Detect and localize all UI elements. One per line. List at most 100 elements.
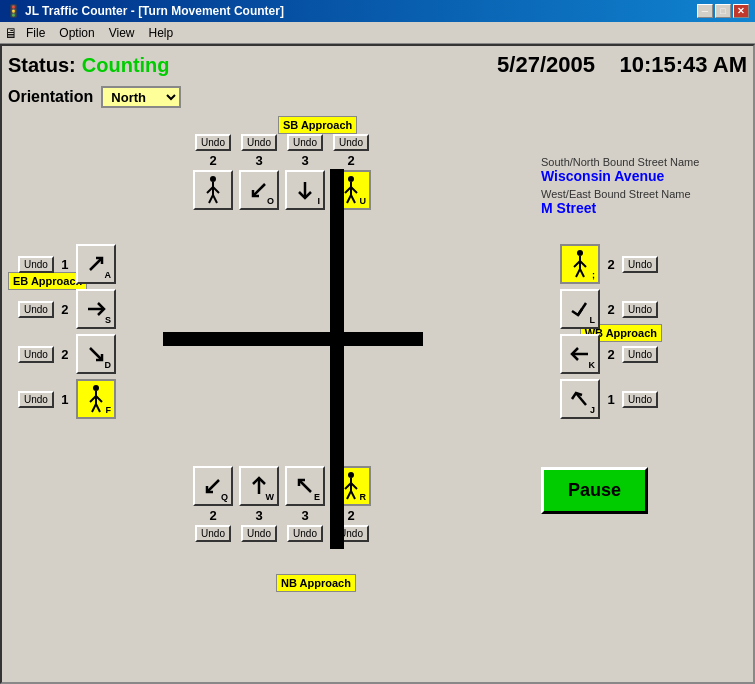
time-display: 10:15:43 AM — [619, 52, 747, 77]
main-window: Status: Counting 5/27/2005 10:15:43 AM O… — [0, 44, 755, 684]
top-cell-p: Undo 2 P — [193, 134, 233, 210]
right-row-1: ; 2 Undo — [560, 244, 658, 284]
svg-line-28 — [580, 269, 584, 277]
undo-f[interactable]: Undo — [18, 391, 54, 408]
svg-point-17 — [93, 385, 99, 391]
svg-line-21 — [92, 404, 96, 412]
btn-a[interactable]: A — [76, 244, 116, 284]
count-d: 2 — [58, 347, 72, 362]
undo-i[interactable]: Undo — [287, 134, 323, 151]
btn-s[interactable]: S — [76, 289, 116, 329]
undo-s[interactable]: Undo — [18, 301, 54, 318]
btn-j[interactable]: J — [560, 379, 600, 419]
status-value: Counting — [82, 54, 170, 77]
status-bar: Status: Counting 5/27/2005 10:15:43 AM — [8, 52, 747, 78]
close-button[interactable]: ✕ — [733, 4, 749, 18]
app-icon: 🚦 — [6, 4, 21, 18]
left-row-4: Undo 1 F — [18, 379, 116, 419]
road-vertical — [330, 169, 344, 549]
count-o: 3 — [255, 153, 262, 168]
svg-point-0 — [210, 176, 216, 182]
minimize-button[interactable]: ─ — [697, 4, 713, 18]
left-row-2: Undo 2 S — [18, 289, 116, 329]
undo-u[interactable]: Undo — [333, 134, 369, 151]
bottom-buttons-row: Q 2 Undo W 3 Undo — [193, 466, 371, 542]
svg-line-6 — [253, 184, 265, 196]
svg-line-16 — [90, 348, 102, 360]
undo-l[interactable]: Undo — [622, 301, 658, 318]
menu-option[interactable]: Option — [53, 24, 100, 42]
count-k: 2 — [604, 347, 618, 362]
undo-w[interactable]: Undo — [241, 525, 277, 542]
undo-p[interactable]: Undo — [195, 134, 231, 151]
undo-q[interactable]: Undo — [195, 525, 231, 542]
top-cell-o: Undo 3 O — [239, 134, 279, 210]
btn-w[interactable]: W — [239, 466, 279, 506]
menu-bar: 🖥 File Option View Help — [0, 22, 755, 44]
count-s: 2 — [58, 302, 72, 317]
date-display: 5/27/2005 — [497, 52, 595, 77]
svg-line-14 — [90, 258, 102, 270]
right-row-2: L 2 Undo — [560, 289, 658, 329]
counter-grid: SB Approach Undo 2 P — [8, 114, 668, 594]
sb-approach-label: SB Approach — [278, 116, 357, 134]
svg-line-32 — [207, 480, 219, 492]
maximize-button[interactable]: □ — [715, 4, 731, 18]
pause-button[interactable]: Pause — [541, 467, 648, 514]
btn-q[interactable]: Q — [193, 466, 233, 506]
title-bar-left: 🚦 JL Traffic Counter - [Turn Movement Co… — [6, 4, 284, 18]
count-e: 3 — [301, 508, 308, 523]
btn-k[interactable]: K — [560, 334, 600, 374]
svg-line-5 — [213, 195, 217, 203]
svg-line-12 — [347, 195, 351, 203]
undo-d[interactable]: Undo — [18, 346, 54, 363]
count-f: 1 — [58, 392, 72, 407]
left-row-1: Undo 1 A — [18, 244, 116, 284]
title-bar: 🚦 JL Traffic Counter - [Turn Movement Co… — [0, 0, 755, 22]
left-row-3: Undo 2 D — [18, 334, 116, 374]
menu-help[interactable]: Help — [143, 24, 180, 42]
count-semi: 2 — [604, 257, 618, 272]
undo-j[interactable]: Undo — [622, 391, 658, 408]
svg-line-13 — [351, 195, 355, 203]
svg-point-23 — [577, 250, 583, 256]
count-a: 1 — [58, 257, 72, 272]
undo-o[interactable]: Undo — [241, 134, 277, 151]
count-i: 3 — [301, 153, 308, 168]
btn-semicolon[interactable]: ; — [560, 244, 600, 284]
menu-view[interactable]: View — [103, 24, 141, 42]
orientation-select[interactable]: North South East West — [101, 86, 181, 108]
btn-f[interactable]: F — [76, 379, 116, 419]
svg-point-35 — [348, 472, 354, 478]
svg-line-4 — [209, 195, 213, 203]
undo-semi[interactable]: Undo — [622, 256, 658, 273]
top-cell-i: Undo 3 I — [285, 134, 325, 210]
undo-e[interactable]: Undo — [287, 525, 323, 542]
bottom-cell-q: Q 2 Undo — [193, 466, 233, 542]
svg-line-22 — [96, 404, 100, 412]
road-horizontal — [163, 332, 423, 346]
menu-file[interactable]: File — [20, 24, 51, 42]
count-r: 2 — [347, 508, 354, 523]
title-text: JL Traffic Counter - [Turn Movement Coun… — [25, 4, 284, 18]
btn-d[interactable]: D — [76, 334, 116, 374]
right-row-4: J 1 Undo — [560, 379, 658, 419]
title-bar-buttons: ─ □ ✕ — [697, 4, 749, 18]
btn-e[interactable]: E — [285, 466, 325, 506]
orientation-row: Orientation North South East West — [8, 86, 747, 108]
btn-l[interactable]: L — [560, 289, 600, 329]
undo-a[interactable]: Undo — [18, 256, 54, 273]
count-q: 2 — [209, 508, 216, 523]
count-p: 2 — [209, 153, 216, 168]
status-label: Status: — [8, 54, 76, 77]
count-j: 1 — [604, 392, 618, 407]
bottom-cell-e: E 3 Undo — [285, 466, 325, 542]
btn-i[interactable]: I — [285, 170, 325, 210]
btn-p[interactable]: P — [193, 170, 233, 210]
count-l: 2 — [604, 302, 618, 317]
bottom-cell-w: W 3 Undo — [239, 466, 279, 542]
svg-line-39 — [347, 491, 351, 499]
svg-line-40 — [351, 491, 355, 499]
undo-k[interactable]: Undo — [622, 346, 658, 363]
btn-o[interactable]: O — [239, 170, 279, 210]
